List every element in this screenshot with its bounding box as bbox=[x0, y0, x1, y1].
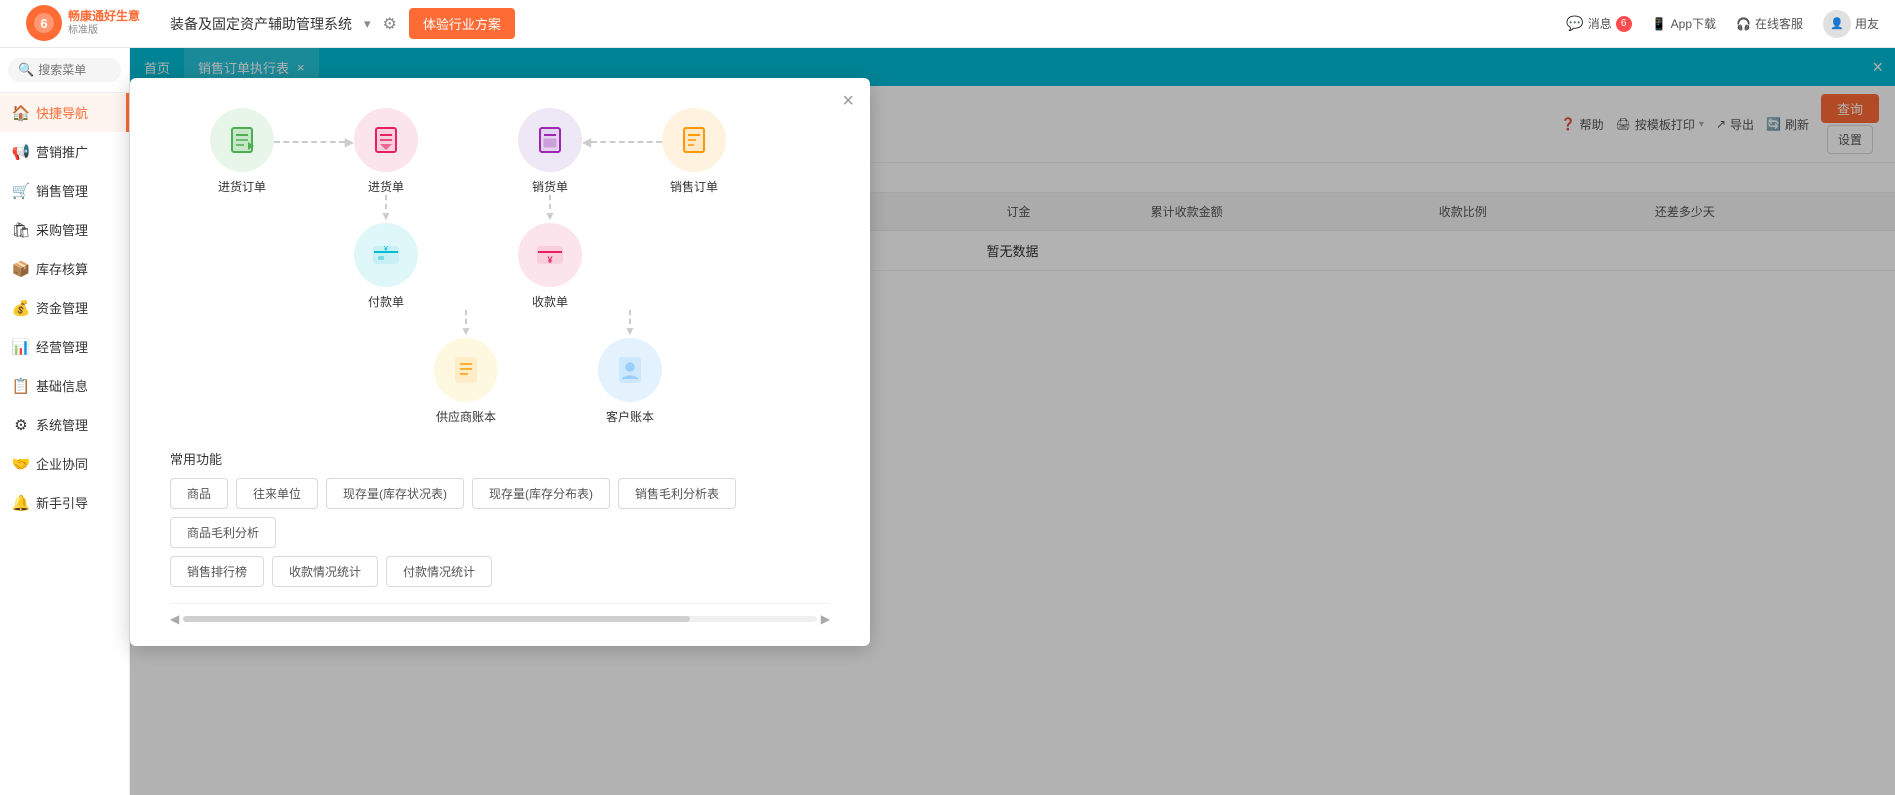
func-btn-goods[interactable]: 商品 bbox=[170, 478, 228, 509]
sidebar-item-collaboration[interactable]: 🤝 企业协同 bbox=[0, 444, 129, 483]
inventory-icon: 📦 bbox=[12, 260, 30, 278]
search-input[interactable] bbox=[38, 63, 118, 77]
func-btn-sales-profit[interactable]: 销售毛利分析表 bbox=[618, 478, 736, 509]
user-profile[interactable]: 👤 用友 bbox=[1823, 10, 1879, 38]
supplier-ledger-icon bbox=[434, 338, 498, 402]
func-btn-payment-stat[interactable]: 付款情况统计 bbox=[386, 556, 492, 587]
home-icon: 🏠 bbox=[12, 104, 30, 122]
svg-text:6: 6 bbox=[40, 16, 47, 31]
common-functions: 常用功能 商品 往来单位 现存量(库存状况表) 现存量(库存分布表) 销售毛利分… bbox=[170, 449, 830, 587]
user-avatar: 👤 bbox=[1823, 10, 1851, 38]
sidebar-item-finance[interactable]: 💰 资金管理 bbox=[0, 288, 129, 327]
receipt-bill-icon: ¥ bbox=[518, 223, 582, 287]
flow-diagram: 进货订单 ▶ 进货单 bbox=[170, 108, 830, 425]
sidebar-item-inventory[interactable]: 📦 库存核算 bbox=[0, 249, 129, 288]
purchase-order-node: 进货订单 bbox=[210, 108, 274, 195]
top-bar: 6 畅康通好生意 标准版 装备及固定资产辅助管理系统 ▾ ⚙ 体验行业方案 💬 … bbox=[0, 0, 1895, 48]
logo-text: 畅康通好生意 标准版 bbox=[68, 9, 140, 38]
sidebar-item-system[interactable]: ⚙ 系统管理 bbox=[0, 405, 129, 444]
sale-bill-node: 销货单 bbox=[518, 108, 582, 195]
purchase-icon: 🛍 bbox=[12, 221, 30, 239]
message-action[interactable]: 💬 消息 6 bbox=[1566, 15, 1631, 32]
collaboration-icon: 🤝 bbox=[12, 455, 30, 473]
guide-icon: 🔔 bbox=[12, 494, 30, 512]
logo-icon: 6 bbox=[26, 5, 62, 41]
common-functions-title: 常用功能 bbox=[170, 449, 830, 468]
top-actions: 💬 消息 6 📱 App下载 🎧 在线客服 👤 用友 bbox=[1566, 10, 1879, 38]
scroll-right-icon[interactable]: ▶ bbox=[821, 612, 830, 626]
receipt-bill-node: ¥ 收款单 bbox=[518, 223, 582, 310]
func-btn-receipt-stat[interactable]: 收款情况统计 bbox=[272, 556, 378, 587]
operations-icon: 📊 bbox=[12, 338, 30, 356]
sidebar-item-operations[interactable]: 📊 经营管理 bbox=[0, 327, 129, 366]
supplier-ledger-node: 供应商账本 bbox=[434, 338, 498, 425]
sidebar: 🔍 🏠 快捷导航 📢 营销推广 🛒 销售管理 bbox=[0, 48, 130, 795]
modal-scrollbar[interactable]: ◀ ▶ bbox=[170, 603, 830, 626]
func-btn-stock-dist[interactable]: 现存量(库存分布表) bbox=[472, 478, 610, 509]
func-btn-goods-profit[interactable]: 商品毛利分析 bbox=[170, 517, 276, 548]
dropdown-arrow-icon[interactable]: ▾ bbox=[364, 16, 371, 32]
online-service-action[interactable]: 🎧 在线客服 bbox=[1736, 15, 1803, 32]
func-btn-partners[interactable]: 往来单位 bbox=[236, 478, 318, 509]
scrollbar-track bbox=[183, 616, 817, 622]
func-buttons-row2: 销售排行榜 收款情况统计 付款情况统计 bbox=[170, 556, 830, 587]
sidebar-search-area: 🔍 bbox=[0, 48, 129, 93]
flow-modal: × 进货订单 ▶ bbox=[130, 78, 870, 646]
sidebar-item-sales[interactable]: 🛒 销售管理 bbox=[0, 171, 129, 210]
phone-icon: 📱 bbox=[1652, 17, 1667, 31]
func-btn-stock-status[interactable]: 现存量(库存状况表) bbox=[326, 478, 464, 509]
sidebar-item-guide[interactable]: 🔔 新手引导 bbox=[0, 483, 129, 522]
sidebar-item-marketing[interactable]: 📢 营销推广 bbox=[0, 132, 129, 171]
finance-icon: 💰 bbox=[12, 299, 30, 317]
func-buttons-row1: 商品 往来单位 现存量(库存状况表) 现存量(库存分布表) 销售毛利分析表 商品… bbox=[170, 478, 830, 548]
sales-icon: 🛒 bbox=[12, 182, 30, 200]
payment-bill-icon: ¥ bbox=[354, 223, 418, 287]
search-icon: 🔍 bbox=[18, 62, 34, 78]
headset-icon: 🎧 bbox=[1736, 17, 1751, 31]
sidebar-nav: 🏠 快捷导航 📢 营销推广 🛒 销售管理 🛍 采购管理 📦 库存核 bbox=[0, 93, 129, 795]
purchase-bill-node: 进货单 bbox=[354, 108, 418, 195]
func-btn-sales-rank[interactable]: 销售排行榜 bbox=[170, 556, 264, 587]
message-icon: 💬 bbox=[1566, 15, 1583, 32]
customer-ledger-icon bbox=[598, 338, 662, 402]
sale-order-icon bbox=[662, 108, 726, 172]
svg-text:¥: ¥ bbox=[547, 255, 552, 265]
purchase-order-icon bbox=[210, 108, 274, 172]
payment-bill-node: ¥ 付款单 bbox=[354, 223, 418, 310]
system-icon: ⚙ bbox=[12, 416, 30, 434]
marketing-icon: 📢 bbox=[12, 143, 30, 161]
purchase-bill-icon bbox=[354, 108, 418, 172]
app-download-action[interactable]: 📱 App下载 bbox=[1652, 15, 1716, 32]
sidebar-item-basic-info[interactable]: 📋 基础信息 bbox=[0, 366, 129, 405]
sidebar-item-quick-nav[interactable]: 🏠 快捷导航 bbox=[0, 93, 129, 132]
basic-info-icon: 📋 bbox=[12, 377, 30, 395]
scroll-left-icon[interactable]: ◀ bbox=[170, 612, 179, 626]
customer-ledger-node: 客户账本 bbox=[598, 338, 662, 425]
sidebar-item-purchase[interactable]: 🛍 采购管理 bbox=[0, 210, 129, 249]
experience-button[interactable]: 体验行业方案 bbox=[409, 8, 515, 39]
sale-bill-icon bbox=[518, 108, 582, 172]
logo-area: 6 畅康通好生意 标准版 bbox=[16, 0, 150, 50]
svg-text:¥: ¥ bbox=[384, 246, 388, 253]
modal-close-button[interactable]: × bbox=[842, 90, 854, 113]
sale-order-node: 销售订单 bbox=[662, 108, 726, 195]
scrollbar-thumb bbox=[183, 616, 690, 622]
modal-overlay[interactable]: × 进货订单 ▶ bbox=[130, 48, 1895, 795]
settings-icon[interactable]: ⚙ bbox=[383, 14, 397, 34]
system-name: 装备及固定资产辅助管理系统 bbox=[170, 14, 352, 34]
message-badge: 6 bbox=[1616, 16, 1632, 32]
